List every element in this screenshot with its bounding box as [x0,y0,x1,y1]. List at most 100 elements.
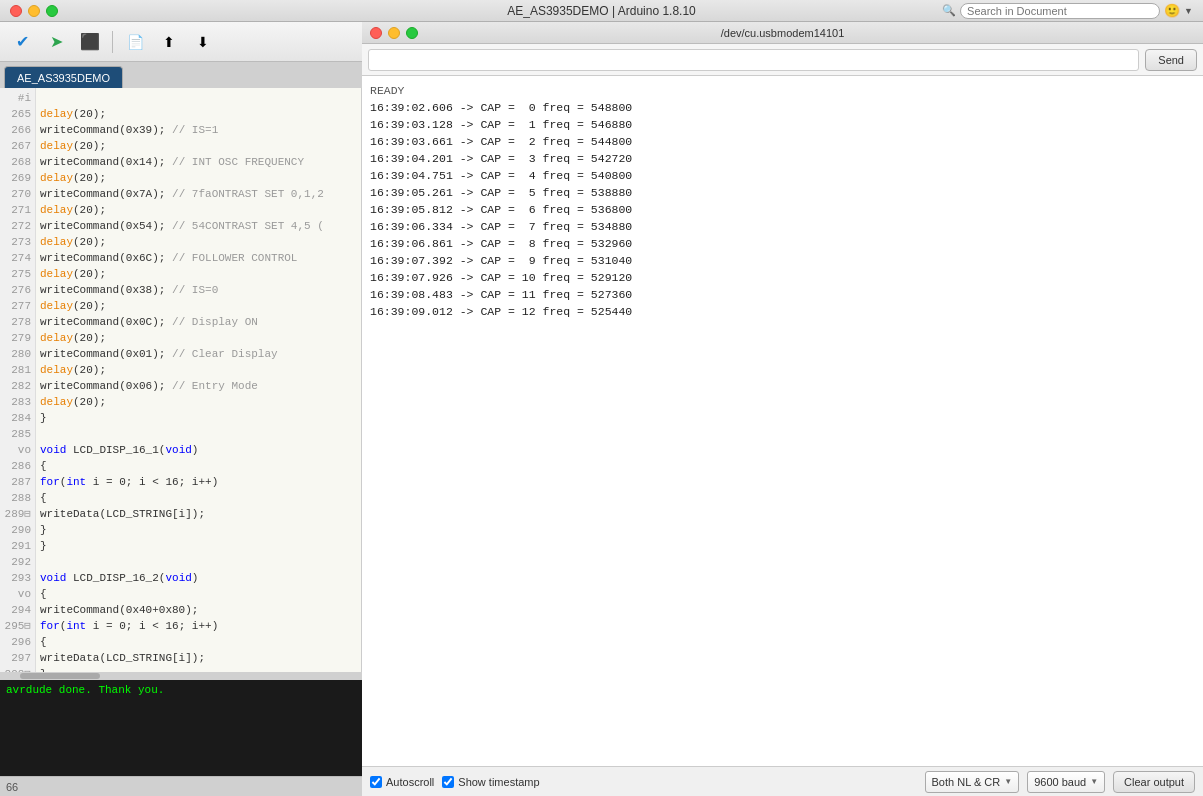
line-num-270: 269 [0,170,31,186]
serial-output-line: 16:39:05.812 -> CAP = 6 freq = 536800 [370,201,1195,218]
code-line: for(int i = 0; i < 16; i++) [40,474,357,490]
line-num-290: 288 [0,490,31,506]
serial-output-line: 16:39:03.661 -> CAP = 2 freq = 544800 [370,133,1195,150]
line-num-289: 287 [0,474,31,490]
status-text: 66 [6,781,18,793]
code-content[interactable]: delay(20); writeCommand(0x39); // IS=1 d… [36,88,361,680]
verify-button[interactable]: ✔ [8,28,36,56]
code-line [40,90,357,106]
window-title: AE_AS3935DEMO | Arduino 1.8.10 [507,4,696,18]
line-num-269: 268 [0,154,31,170]
line-num-297: 294 [0,602,31,618]
search-input[interactable] [960,3,1160,19]
serial-output-line: 16:39:07.392 -> CAP = 9 freq = 531040 [370,252,1195,269]
code-line: delay(20); [40,234,357,250]
tab-ae-as3935demo[interactable]: AE_AS3935DEMO [4,66,123,88]
show-timestamp-checkbox[interactable] [442,776,454,788]
line-num-276: 275 [0,266,31,282]
autoscroll-label: Autoscroll [386,776,434,788]
serial-output-line: 16:39:06.334 -> CAP = 7 freq = 534880 [370,218,1195,235]
code-line: } [40,538,357,554]
line-num-282: 281 [0,362,31,378]
code-line: writeCommand(0x14); // INT OSC FREQUENCY [40,154,357,170]
upload-button[interactable]: ➤ [42,28,70,56]
window-controls[interactable] [10,5,58,17]
horizontal-scrollbar[interactable] [0,672,362,680]
debug-button[interactable]: ⬛ [76,28,104,56]
code-line: writeCommand(0x0C); // Display ON [40,314,357,330]
serial-monitor: /dev/cu.usbmodem14101 Send READY 16:39:0… [362,22,1203,796]
line-num-279: 278 [0,314,31,330]
line-num-265: #i [0,90,31,106]
serial-footer: Autoscroll Show timestamp Both NL & CR ▼… [362,766,1203,796]
maximize-button[interactable] [46,5,58,17]
code-line [40,554,357,570]
serial-title-text: /dev/cu.usbmodem14101 [721,27,845,39]
serial-close-button[interactable] [370,27,382,39]
minimize-button[interactable] [28,5,40,17]
tab-label: AE_AS3935DEMO [17,72,110,84]
code-line: delay(20); [40,138,357,154]
clear-output-button[interactable]: Clear output [1113,771,1195,793]
serial-maximize-button[interactable] [406,27,418,39]
line-num-298: 295⊟ [0,618,31,634]
show-timestamp-checkbox-group[interactable]: Show timestamp [442,776,539,788]
line-ending-dropdown[interactable]: Both NL & CR ▼ [925,771,1020,793]
line-num-280: 279 [0,330,31,346]
serial-input-field[interactable] [368,49,1139,71]
send-button[interactable]: Send [1145,49,1197,71]
serial-output-ready: READY [370,82,1195,99]
code-line: void LCD_DISP_16_2(void) [40,570,357,586]
autoscroll-checkbox-group[interactable]: Autoscroll [370,776,434,788]
close-button[interactable] [10,5,22,17]
code-line: delay(20); [40,362,357,378]
line-num-296: vo [0,586,31,602]
code-line: writeData(LCD_STRING[i]); [40,506,357,522]
serial-output-line: 16:39:04.201 -> CAP = 3 freq = 542720 [370,150,1195,167]
line-num-295: 293 [0,570,31,586]
code-line: { [40,586,357,602]
line-num-300: 297 [0,650,31,666]
line-num-266: 265 [0,106,31,122]
open-button[interactable]: ⬆ [155,28,183,56]
line-num-272: 271 [0,202,31,218]
code-line: } [40,522,357,538]
serial-output-line: 16:39:07.926 -> CAP = 10 freq = 529120 [370,269,1195,286]
serial-minimize-button[interactable] [388,27,400,39]
code-line: writeCommand(0x01); // Clear Display [40,346,357,362]
baud-rate-value: 9600 baud [1034,776,1086,788]
tab-bar: AE_AS3935DEMO [0,62,362,88]
baud-rate-dropdown[interactable]: 9600 baud ▼ [1027,771,1105,793]
code-line: writeData(LCD_STRING[i]); [40,650,357,666]
code-editor[interactable]: #i 265 266 267 268 269 270 271 272 273 2… [0,88,362,680]
autoscroll-checkbox[interactable] [370,776,382,788]
serial-window-controls[interactable] [370,27,418,39]
line-numbers: #i 265 266 267 268 269 270 271 272 273 2… [0,88,36,680]
line-num-291: 289⊟ [0,506,31,522]
chevron-down-icon[interactable]: ▼ [1184,6,1193,16]
console-output: avrdude done. Thank you. [6,684,356,696]
line-num-278: 277 [0,298,31,314]
code-line [40,426,357,442]
baud-rate-chevron-icon: ▼ [1090,777,1098,786]
line-num-274: 273 [0,234,31,250]
serial-output-line: 16:39:06.861 -> CAP = 8 freq = 532960 [370,235,1195,252]
serial-title-bar: /dev/cu.usbmodem14101 [362,22,1203,44]
code-line: { [40,490,357,506]
title-bar: AE_AS3935DEMO | Arduino 1.8.10 🔍 🙂 ▼ [0,0,1203,22]
code-line: writeCommand(0x54); // 54CONTRAST SET 4,… [40,218,357,234]
line-num-268: 267 [0,138,31,154]
line-ending-value: Both NL & CR [932,776,1001,788]
code-line: { [40,458,357,474]
line-num-284: 283 [0,394,31,410]
line-num-288: 286 [0,458,31,474]
save-button[interactable]: ⬇ [189,28,217,56]
new-button[interactable]: 📄 [121,28,149,56]
code-line: writeCommand(0x39); // IS=1 [40,122,357,138]
line-num-287: vo [0,442,31,458]
line-num-285: 284 [0,410,31,426]
code-line: { [40,634,357,650]
code-line: delay(20); [40,298,357,314]
scrollbar-thumb[interactable] [20,673,100,679]
code-line: } [40,410,357,426]
